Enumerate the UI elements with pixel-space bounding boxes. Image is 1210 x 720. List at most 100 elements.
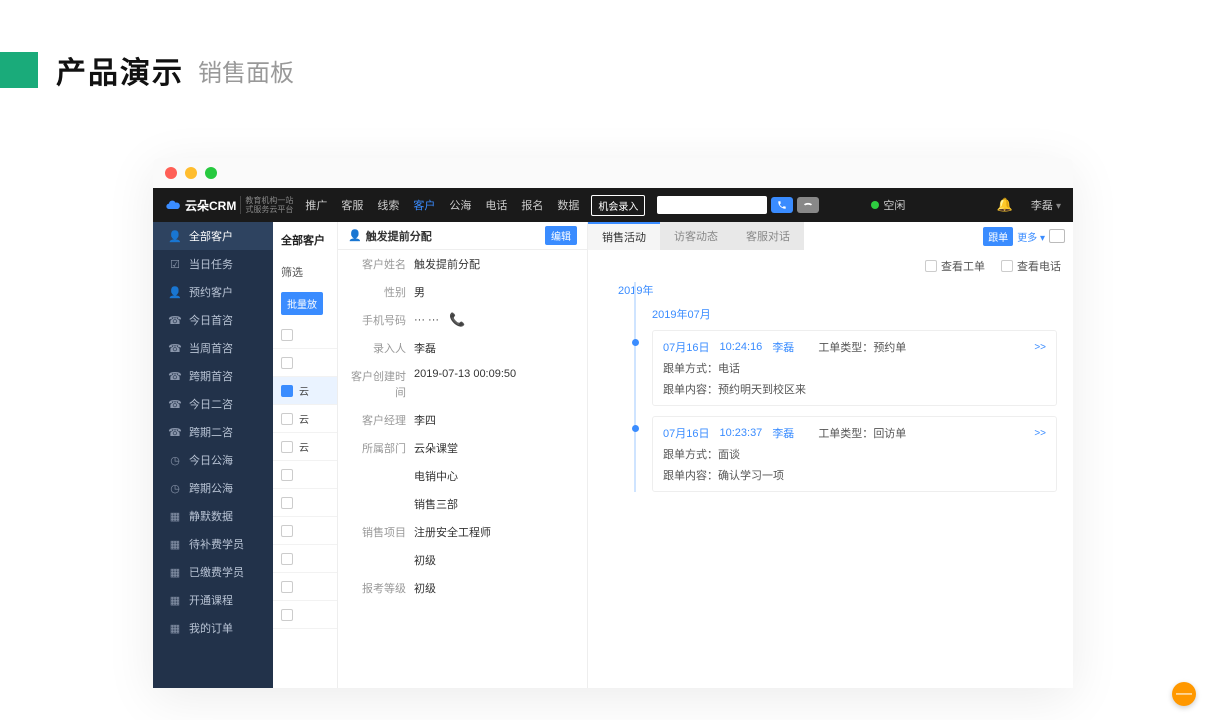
sidebar-item-today-pool[interactable]: ◷今日公海	[153, 446, 273, 474]
brand-logo[interactable]: 云朵CRM 教育机构一站式服务云平台	[165, 196, 293, 214]
opportunity-entry-button[interactable]: 机会录入	[591, 195, 645, 216]
nav-signup[interactable]: 报名	[521, 197, 543, 213]
sidebar-item-silent-data[interactable]: ▦静默数据	[153, 502, 273, 530]
tab-sales-activity[interactable]: 销售活动	[588, 222, 660, 250]
table-row[interactable]: 云	[273, 405, 337, 433]
call-button[interactable]	[771, 197, 793, 213]
sidebar-item-label: 已缴费学员	[189, 564, 244, 580]
checkbox[interactable]	[281, 581, 293, 593]
status-text[interactable]: 空闲	[883, 197, 905, 213]
sidebar-item-cross-second[interactable]: ☎跨期二咨	[153, 418, 273, 446]
nav-service[interactable]: 客服	[341, 197, 363, 213]
table-row[interactable]	[273, 461, 337, 489]
activity-tools: 跟单 更多 ▾	[983, 222, 1073, 250]
nav-promotion[interactable]: 推广	[305, 197, 327, 213]
sidebar-item-week-first[interactable]: ☎当周首咨	[153, 334, 273, 362]
checkbox[interactable]	[281, 609, 293, 621]
search-input[interactable]	[657, 196, 767, 214]
page-header: 产品演示 销售面板	[0, 0, 1210, 116]
checkbox[interactable]	[1001, 260, 1013, 272]
table-row[interactable]	[273, 601, 337, 629]
sidebar-item-all-customers[interactable]: 👤全部客户	[153, 222, 273, 250]
cloud-icon	[165, 197, 181, 213]
sidebar-item-enable-course[interactable]: ▦开通课程	[153, 586, 273, 614]
timeline: 2019年07月 07月16日 10:24:16 李磊 工单类型：预约单 >> …	[634, 306, 1057, 492]
more-button[interactable]: 更多 ▾	[1017, 229, 1045, 244]
checkbox[interactable]	[281, 385, 293, 397]
checkbox[interactable]	[281, 441, 293, 453]
sidebar-item-today-tasks[interactable]: ☑当日任务	[153, 250, 273, 278]
nav-phone[interactable]: 电话	[485, 197, 507, 213]
sidebar-item-cross-first[interactable]: ☎跨期首咨	[153, 362, 273, 390]
sidebar-item-label: 开通课程	[189, 592, 233, 608]
fab-button[interactable]: —	[1172, 682, 1196, 706]
nav-pool[interactable]: 公海	[449, 197, 471, 213]
tab-service-chat[interactable]: 客服对话	[732, 222, 804, 250]
view-orders-checkbox[interactable]: 查看工单	[925, 258, 985, 274]
nav-data[interactable]: 数据	[557, 197, 579, 213]
sidebar-item-pending-pay[interactable]: ▦待补费学员	[153, 530, 273, 558]
filter-label[interactable]: 筛选	[273, 258, 337, 286]
batch-release-button[interactable]: 批量放	[281, 292, 323, 315]
field-department-3: 销售三部	[338, 490, 587, 518]
table-row[interactable]	[273, 517, 337, 545]
minus-icon: —	[1176, 685, 1192, 703]
checkbox[interactable]	[281, 525, 293, 537]
checkbox[interactable]	[281, 357, 293, 369]
table-row[interactable]	[273, 573, 337, 601]
phone-call-icon[interactable]: 📞	[449, 312, 465, 328]
activity-entry[interactable]: 07月16日 10:24:16 李磊 工单类型：预约单 >> 跟单方式：电话 跟…	[652, 330, 1057, 406]
maximize-icon[interactable]	[205, 167, 217, 179]
view-calls-checkbox[interactable]: 查看电话	[1001, 258, 1061, 274]
checkbox[interactable]	[925, 260, 937, 272]
sidebar-item-cross-pool[interactable]: ◷跨期公海	[153, 474, 273, 502]
hangup-button[interactable]	[797, 197, 819, 213]
checkbox[interactable]	[281, 469, 293, 481]
field-sales-project-2: 初级	[338, 546, 587, 574]
activity-body: 2019年 2019年07月 07月16日 10:24:16 李磊 工单类型：预…	[588, 282, 1073, 688]
timeline-month: 2019年07月	[652, 306, 1057, 322]
checkbox[interactable]	[281, 413, 293, 425]
entry-expand-button[interactable]: >>	[1034, 428, 1046, 439]
close-icon[interactable]	[165, 167, 177, 179]
entry-method: 跟单方式：面谈	[663, 446, 1046, 462]
sidebar-item-label: 预约客户	[189, 284, 233, 300]
table-row[interactable]: 云	[273, 377, 337, 405]
nav-customers[interactable]: 客户	[413, 197, 435, 213]
tab-visitor[interactable]: 访客动态	[660, 222, 732, 250]
chevron-down-icon: ▾	[1056, 201, 1061, 212]
table-row[interactable]	[273, 349, 337, 377]
sidebar-item-today-first[interactable]: ☎今日首咨	[153, 306, 273, 334]
sidebar-item-label: 我的订单	[189, 620, 233, 636]
entry-time: 10:24:16	[719, 341, 762, 353]
entry-date: 07月16日	[663, 425, 709, 441]
layout-icon[interactable]	[1049, 229, 1065, 243]
grid-icon: ▦	[169, 566, 181, 579]
sidebar-item-paid[interactable]: ▦ 已缴费学员	[153, 558, 273, 586]
entry-expand-button[interactable]: >>	[1034, 342, 1046, 353]
sidebar-item-label: 全部客户	[189, 228, 233, 244]
checkbox[interactable]	[281, 329, 293, 341]
edit-button[interactable]: 编辑	[545, 226, 577, 245]
follow-button[interactable]: 跟单	[983, 227, 1013, 246]
table-row[interactable]: 云	[273, 433, 337, 461]
sidebar-item-my-orders[interactable]: ▦我的订单	[153, 614, 273, 642]
field-gender: 性别男	[338, 278, 587, 306]
activity-entry[interactable]: 07月16日 10:23:37 李磊 工单类型：回访单 >> 跟单方式：面谈 跟…	[652, 416, 1057, 492]
checkbox[interactable]	[281, 553, 293, 565]
user-menu[interactable]: 李磊 ▾	[1031, 197, 1061, 213]
entry-author: 李磊	[772, 425, 794, 441]
table-row[interactable]	[273, 489, 337, 517]
minimize-icon[interactable]	[185, 167, 197, 179]
field-phone: 手机号码··· ···📞	[338, 306, 587, 334]
sidebar-item-appointment[interactable]: 👤预约客户	[153, 278, 273, 306]
timeline-line	[634, 282, 636, 492]
nav-leads[interactable]: 线索	[377, 197, 399, 213]
table-row[interactable]	[273, 545, 337, 573]
activity-filters: 查看工单 查看电话	[588, 250, 1073, 282]
sidebar-item-label: 当日任务	[189, 256, 233, 272]
bell-icon[interactable]: 🔔	[997, 197, 1013, 213]
sidebar-item-label: 当周首咨	[189, 340, 233, 356]
checkbox[interactable]	[281, 497, 293, 509]
sidebar-item-today-second[interactable]: ☎今日二咨	[153, 390, 273, 418]
